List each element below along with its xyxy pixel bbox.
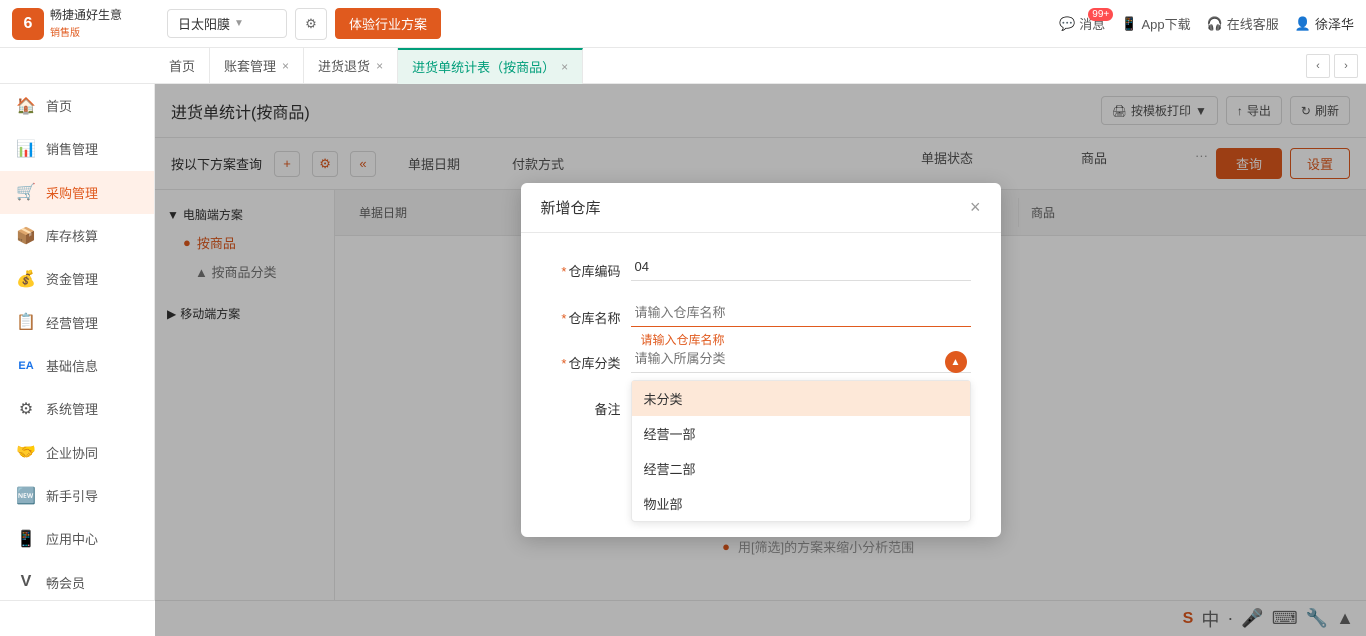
trial-button[interactable]: 体验行业方案: [335, 8, 441, 39]
modal-body: 仓库编码 仓库名称 请输入仓库名称 仓库分类 ▲: [521, 233, 1001, 472]
tab-purchase-return-label: 进货退货: [318, 56, 370, 75]
app-download-button[interactable]: 📱 App下载: [1121, 14, 1190, 33]
operations-icon: 📋: [16, 312, 36, 332]
username: 徐泽华: [1315, 14, 1354, 33]
sidebar-item-enterprise[interactable]: 🤝 企业协同: [0, 431, 154, 474]
category-dropdown-arrow[interactable]: ▲: [945, 351, 967, 373]
message-badge: 99+: [1088, 8, 1113, 21]
name-label: 仓库名称: [551, 300, 631, 327]
category-input[interactable]: [631, 345, 971, 373]
category-select-wrap: ▲ 未分类 经营一部 经营二部 物业部: [631, 345, 971, 373]
dropdown-item-property[interactable]: 物业部: [632, 486, 970, 521]
sidebar-operations-label: 经营管理: [46, 313, 98, 332]
tab-bar: 首页 账套管理 × 进货退货 × 进货单统计表（按商品） × ‹ ›: [0, 48, 1366, 84]
vip-icon: V: [16, 573, 36, 591]
sidebar-item-inventory[interactable]: 📦 库存核算: [0, 214, 154, 257]
logo-sub: 销售版: [50, 24, 122, 39]
enterprise-icon: 🤝: [16, 442, 36, 462]
sidebar-item-finance[interactable]: 💰 资金管理: [0, 257, 154, 300]
store-selector[interactable]: 日太阳膜 ▼: [167, 9, 287, 38]
form-row-code: 仓库编码: [551, 253, 971, 281]
sidebar-home-label: 首页: [46, 96, 72, 115]
system-icon: ⚙: [16, 399, 36, 419]
modal-header: 新增仓库 ×: [521, 183, 1001, 233]
sidebar-item-app-center[interactable]: 📱 应用中心: [0, 517, 154, 560]
inventory-icon: 📦: [16, 226, 36, 246]
note-label: 备注: [551, 391, 631, 418]
sidebar-item-operations[interactable]: 📋 经营管理: [0, 301, 154, 344]
sales-icon: 📊: [16, 139, 36, 159]
settings-button[interactable]: ⚙: [295, 8, 327, 40]
sidebar-enterprise-label: 企业协同: [46, 443, 98, 462]
category-label: 仓库分类: [551, 345, 631, 372]
logo-icon: 6: [12, 8, 44, 40]
tab-right-controls: ‹ ›: [1306, 54, 1366, 78]
top-right: 💬 消息 99+ 📱 App下载 🎧 在线客服 👤 徐泽华: [1059, 14, 1354, 33]
sidebar-vip-label: 畅会员: [46, 573, 85, 592]
sidebar-item-purchase[interactable]: 🛒 采购管理: [0, 171, 154, 214]
store-name: 日太阳膜: [178, 14, 230, 33]
sidebar-basic-info-label: 基础信息: [46, 356, 98, 375]
sidebar-sales-label: 销售管理: [46, 139, 98, 158]
online-service-button[interactable]: 🎧 在线客服: [1207, 14, 1279, 33]
code-input[interactable]: [631, 253, 971, 281]
home-icon: 🏠: [16, 96, 36, 116]
top-bar: 6 畅捷通好生意 销售版 日太阳膜 ▼ ⚙ 体验行业方案 💬 消息 99+ 📱 …: [0, 0, 1366, 48]
user-menu[interactable]: 👤 徐泽华: [1295, 14, 1354, 33]
tab-accounts[interactable]: 账套管理 ×: [210, 48, 304, 84]
sidebar-item-sales[interactable]: 📊 销售管理: [0, 127, 154, 170]
basic-info-icon: EA: [16, 360, 36, 372]
sidebar-inventory-label: 库存核算: [46, 226, 98, 245]
sidebar-app-center-label: 应用中心: [46, 529, 98, 548]
tab-prev-button[interactable]: ‹: [1306, 54, 1330, 78]
sidebar-item-vip[interactable]: V 畅会员: [0, 561, 154, 604]
dropdown-item-uncategorized[interactable]: 未分类: [632, 381, 970, 416]
user-icon: 👤: [1295, 16, 1311, 32]
modal-close-button[interactable]: ×: [970, 197, 981, 218]
dropdown-arrow-icon: ▼: [234, 18, 244, 29]
headset-icon: 🎧: [1207, 16, 1223, 32]
add-warehouse-modal: 新增仓库 × 仓库编码 仓库名称 请输入仓库名称: [521, 183, 1001, 537]
name-input[interactable]: [631, 299, 971, 327]
category-dropdown: 未分类 经营一部 经营二部 物业部: [631, 380, 971, 522]
tab-purchase-stats-label: 进货单统计表（按商品）: [412, 57, 555, 76]
purchase-icon: 🛒: [16, 182, 36, 202]
tab-purchase-stats[interactable]: 进货单统计表（按商品） ×: [398, 48, 583, 84]
content-area: 进货单统计(按商品) 🖨 按模板打印 ▼ ↑ 导出 ↻ 刷新 按以下方案查询: [155, 84, 1366, 636]
tab-purchase-stats-close[interactable]: ×: [561, 60, 568, 74]
tab-next-button[interactable]: ›: [1334, 54, 1358, 78]
tab-home[interactable]: 首页: [155, 48, 210, 84]
sidebar-item-guide[interactable]: 🆕 新手引导: [0, 474, 154, 517]
top-middle: 日太阳膜 ▼ ⚙ 体验行业方案: [167, 8, 1059, 40]
logo-area: 6 畅捷通好生意 销售版: [12, 8, 167, 40]
tab-accounts-label: 账套管理: [224, 56, 276, 75]
form-row-name: 仓库名称 请输入仓库名称: [551, 299, 971, 327]
sidebar-item-home[interactable]: 🏠 首页: [0, 84, 154, 127]
message-button[interactable]: 💬 消息 99+: [1059, 14, 1105, 33]
guide-icon: 🆕: [16, 486, 36, 506]
dropdown-item-dept1[interactable]: 经营一部: [632, 416, 970, 451]
message-icon: 💬: [1059, 16, 1075, 32]
sidebar-item-basic-info[interactable]: EA 基础信息: [0, 344, 154, 387]
tab-home-label: 首页: [169, 56, 195, 75]
sidebar-finance-label: 资金管理: [46, 269, 98, 288]
tab-purchase-return-close[interactable]: ×: [376, 59, 383, 73]
tab-purchase-return[interactable]: 进货退货 ×: [304, 48, 398, 84]
modal-title: 新增仓库: [541, 197, 601, 218]
finance-icon: 💰: [16, 269, 36, 289]
code-label: 仓库编码: [551, 253, 631, 280]
main-layout: 🏠 首页 📊 销售管理 🛒 采购管理 📦 库存核算 💰 资金管理 📋 经营管理 …: [0, 84, 1366, 636]
sidebar: 🏠 首页 📊 销售管理 🛒 采购管理 📦 库存核算 💰 资金管理 📋 经营管理 …: [0, 84, 155, 636]
form-row-category: 仓库分类 ▲ 未分类 经营一部 经营二部 物业部: [551, 345, 971, 373]
sidebar-guide-label: 新手引导: [46, 486, 98, 505]
mobile-icon: 📱: [1121, 16, 1137, 32]
sidebar-purchase-label: 采购管理: [46, 183, 98, 202]
sidebar-item-system[interactable]: ⚙ 系统管理: [0, 387, 154, 430]
dropdown-item-dept2[interactable]: 经营二部: [632, 451, 970, 486]
sidebar-system-label: 系统管理: [46, 399, 98, 418]
app-center-icon: 📱: [16, 529, 36, 549]
logo-name: 畅捷通好生意: [50, 8, 122, 24]
tab-accounts-close[interactable]: ×: [282, 59, 289, 73]
